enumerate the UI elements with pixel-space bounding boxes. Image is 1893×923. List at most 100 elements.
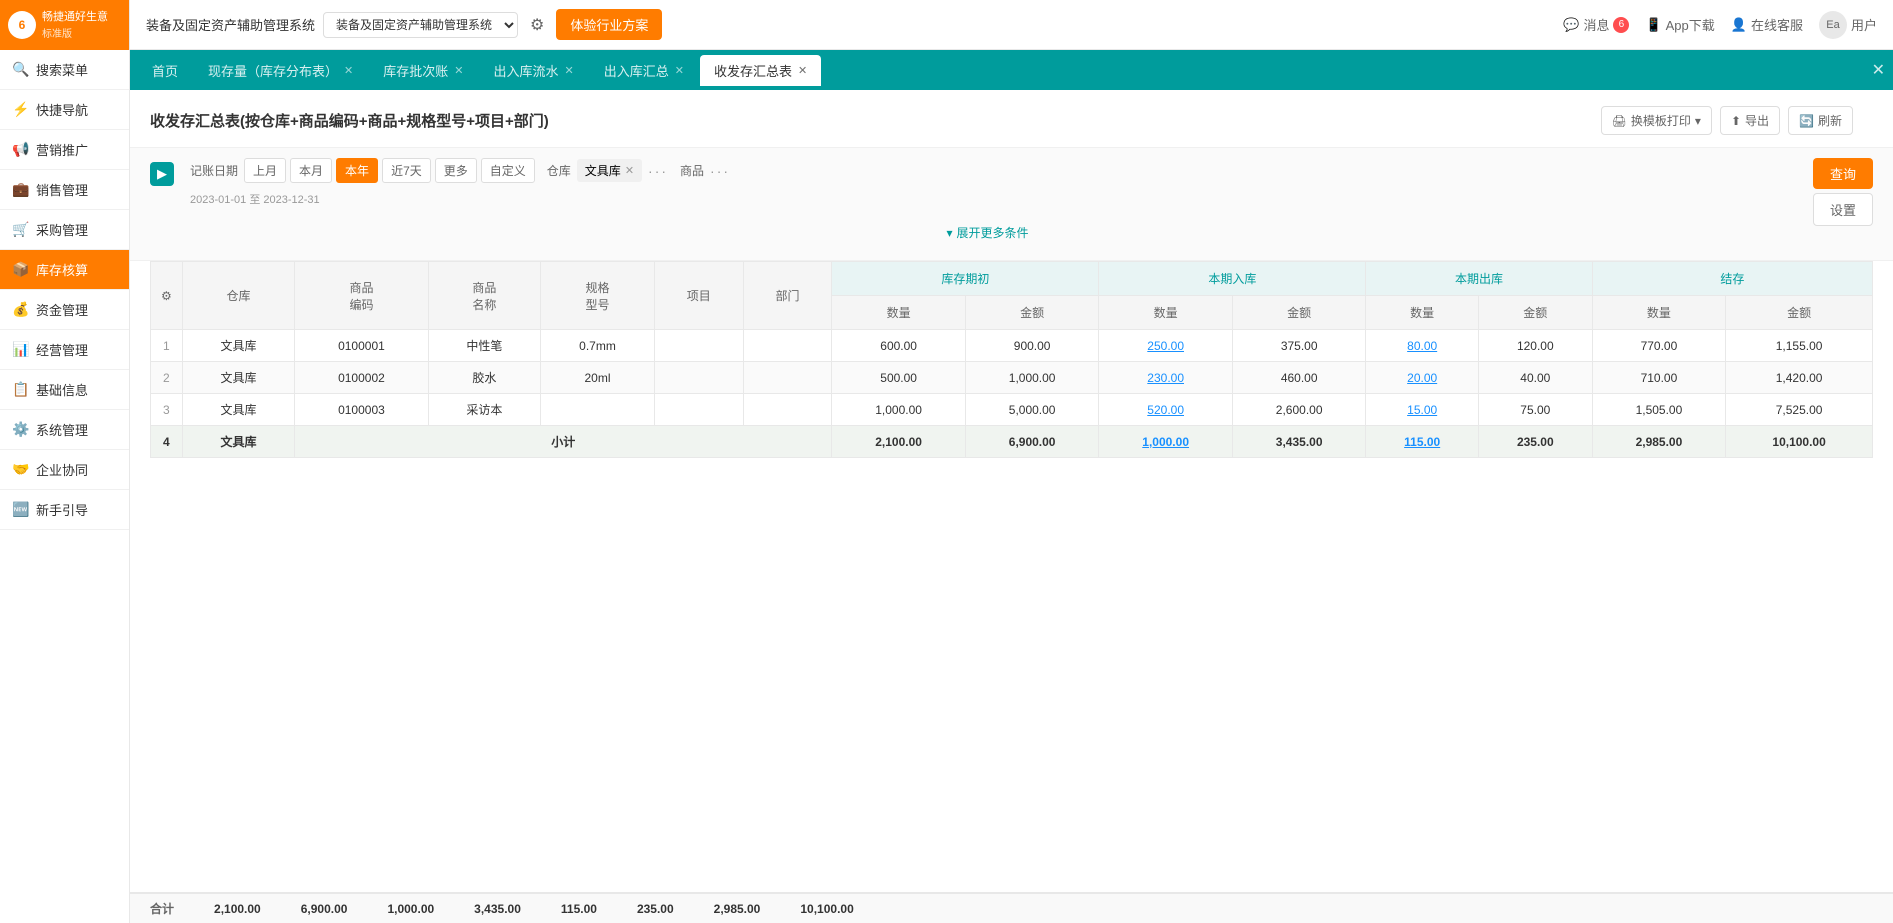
marketing-icon: 📢: [12, 141, 30, 158]
tab-inventory-dist[interactable]: 现存量（库存分布表） ✕: [194, 55, 367, 86]
th-settings: ⚙: [151, 262, 183, 330]
tab-recv-send[interactable]: 收发存汇总表 ✕: [700, 55, 821, 86]
print-btn[interactable]: 🖨 换模板打印 ▾: [1601, 106, 1712, 135]
row-num: 3: [151, 394, 183, 426]
sidebar-item-collab[interactable]: 🤝 企业协同: [0, 450, 129, 490]
app-download-btn[interactable]: 📱 App下载: [1645, 15, 1714, 34]
sidebar-item-system[interactable]: ⚙️ 系统管理: [0, 410, 129, 450]
row-out-qty[interactable]: 15.00: [1366, 394, 1478, 426]
filter-toggle-btn[interactable]: ▶: [150, 162, 174, 186]
sidebar-item-inventory[interactable]: 📦 库存核算: [0, 250, 129, 290]
row-goods-name: 胶水: [428, 362, 540, 394]
sidebar-item-sales[interactable]: 💼 销售管理: [0, 170, 129, 210]
date-label: 记账日期: [190, 162, 238, 179]
tabbar-close-btn[interactable]: ✕: [1872, 60, 1885, 80]
row-out-qty[interactable]: 80.00: [1366, 330, 1478, 362]
basic-icon: 📋: [12, 381, 30, 398]
sidebar-item-basic[interactable]: 📋 基础信息: [0, 370, 129, 410]
subtotal-out-qty[interactable]: 115.00: [1366, 426, 1478, 458]
sidebar-item-operation[interactable]: 📊 经营管理: [0, 330, 129, 370]
sidebar-app-subtitle: 标准版: [42, 25, 108, 40]
export-label: 导出: [1745, 112, 1769, 129]
tab-batch[interactable]: 库存批次账 ✕: [369, 55, 477, 86]
tab-batch-close[interactable]: ✕: [454, 64, 463, 77]
th-goods-spec: 规格型号: [541, 262, 655, 330]
warehouse-more-btn[interactable]: ···: [648, 163, 668, 179]
print-label: 换模板打印: [1631, 112, 1691, 129]
tab-summary-inout-close[interactable]: ✕: [675, 64, 684, 77]
inventory-icon: 📦: [12, 261, 30, 278]
expand-conditions-btn[interactable]: ▾ 展开更多条件: [946, 219, 1028, 246]
sidebar-item-search[interactable]: 🔍 搜索菜单: [0, 50, 129, 90]
sidebar: 6 畅捷通好生意 标准版 🔍 搜索菜单 ⚡ 快捷导航 📢 营销推广 💼 销售管理…: [0, 0, 130, 923]
th-out-group: 本期出库: [1366, 262, 1592, 296]
user-btn[interactable]: Ea 用户: [1819, 11, 1877, 39]
date-btn-more[interactable]: 更多: [435, 158, 477, 183]
tab-inventory-dist-close[interactable]: ✕: [344, 64, 353, 77]
row-in-qty[interactable]: 520.00: [1099, 394, 1233, 426]
sidebar-item-guide[interactable]: 🆕 新手引导: [0, 490, 129, 530]
quick-icon: ⚡: [12, 101, 30, 118]
gear-icon[interactable]: ⚙: [530, 15, 544, 35]
row-closing-qty: 710.00: [1592, 362, 1726, 394]
tab-home[interactable]: 首页: [138, 55, 192, 86]
refresh-icon: 🔄: [1799, 114, 1814, 128]
setting-btn[interactable]: 设置: [1813, 193, 1873, 226]
warehouse-label: 仓库: [547, 162, 571, 179]
row-opening-amount: 5,000.00: [965, 394, 1099, 426]
main-table: ⚙ 仓库 商品编码 商品名称 规格型号 项目 部门 库存期初 本期入库 本期出库…: [150, 261, 1873, 458]
chevron-down-icon: ▾: [946, 226, 952, 240]
footer-in-qty: 1,000.00: [387, 902, 434, 916]
tab-flow[interactable]: 出入库流水 ✕: [479, 55, 587, 86]
trial-button[interactable]: 体验行业方案: [556, 9, 662, 40]
tab-flow-close[interactable]: ✕: [565, 64, 574, 77]
sidebar-title-group: 畅捷通好生意 标准版: [42, 10, 108, 39]
sidebar-item-purchase[interactable]: 🛒 采购管理: [0, 210, 129, 250]
row-out-qty[interactable]: 20.00: [1366, 362, 1478, 394]
date-btn-year[interactable]: 本年: [336, 158, 378, 183]
date-btn-7days[interactable]: 近7天: [382, 158, 431, 183]
date-btn-custom[interactable]: 自定义: [481, 158, 535, 183]
system-selector[interactable]: 装备及固定资产辅助管理系统: [323, 12, 518, 38]
subtotal-num: 4: [151, 426, 183, 458]
row-in-amount: 2,600.00: [1232, 394, 1366, 426]
sidebar-item-marketing[interactable]: 📢 营销推广: [0, 130, 129, 170]
row-num: 1: [151, 330, 183, 362]
subtotal-in-amount: 3,435.00: [1232, 426, 1366, 458]
goods-more-btn[interactable]: ···: [710, 163, 730, 179]
system-name: 装备及固定资产辅助管理系统: [146, 15, 315, 34]
refresh-btn[interactable]: 🔄 刷新: [1788, 106, 1853, 135]
tab-home-label: 首页: [152, 61, 178, 80]
warehouse-tag-close[interactable]: ✕: [625, 164, 634, 177]
message-btn[interactable]: 💬 消息 6: [1563, 15, 1629, 34]
export-btn[interactable]: ⬆ 导出: [1720, 106, 1780, 135]
date-btn-this[interactable]: 本月: [290, 158, 332, 183]
date-btn-up[interactable]: 上月: [244, 158, 286, 183]
warehouse-filter-group: 仓库 文具库 ✕ ···: [547, 159, 668, 182]
subtotal-out-amount: 235.00: [1478, 426, 1592, 458]
query-btn[interactable]: 查询: [1813, 158, 1873, 189]
sidebar-label-inventory: 库存核算: [36, 260, 88, 279]
sales-icon: 💼: [12, 181, 30, 198]
subtotal-in-qty[interactable]: 1,000.00: [1099, 426, 1233, 458]
topbar: 装备及固定资产辅助管理系统 装备及固定资产辅助管理系统 ⚙ 体验行业方案 💬 消…: [130, 0, 1893, 50]
sidebar-label-system: 系统管理: [36, 420, 88, 439]
app-label: App下载: [1666, 15, 1715, 34]
row-goods-spec: [541, 394, 655, 426]
tab-recv-send-close[interactable]: ✕: [798, 64, 807, 77]
row-goods-name: 中性笔: [428, 330, 540, 362]
service-btn[interactable]: 👤 在线客服: [1731, 15, 1803, 34]
th-in-group: 本期入库: [1099, 262, 1366, 296]
footer-opening-qty: 2,100.00: [214, 902, 261, 916]
sidebar-item-finance[interactable]: 💰 资金管理: [0, 290, 129, 330]
page-content: 收发存汇总表(按仓库+商品编码+商品+规格型号+项目+部门) 🖨 换模板打印 ▾…: [130, 90, 1893, 923]
tab-summary-inout[interactable]: 出入库汇总 ✕: [590, 55, 698, 86]
row-opening-qty: 1,000.00: [832, 394, 966, 426]
row-in-qty[interactable]: 250.00: [1099, 330, 1233, 362]
expand-row: ▾ 展开更多条件: [190, 215, 1785, 250]
sidebar-item-quick[interactable]: ⚡ 快捷导航: [0, 90, 129, 130]
row-goods-spec: 0.7mm: [541, 330, 655, 362]
footer-in-amount: 3,435.00: [474, 902, 521, 916]
row-in-qty[interactable]: 230.00: [1099, 362, 1233, 394]
subtotal-opening-amount: 6,900.00: [965, 426, 1099, 458]
